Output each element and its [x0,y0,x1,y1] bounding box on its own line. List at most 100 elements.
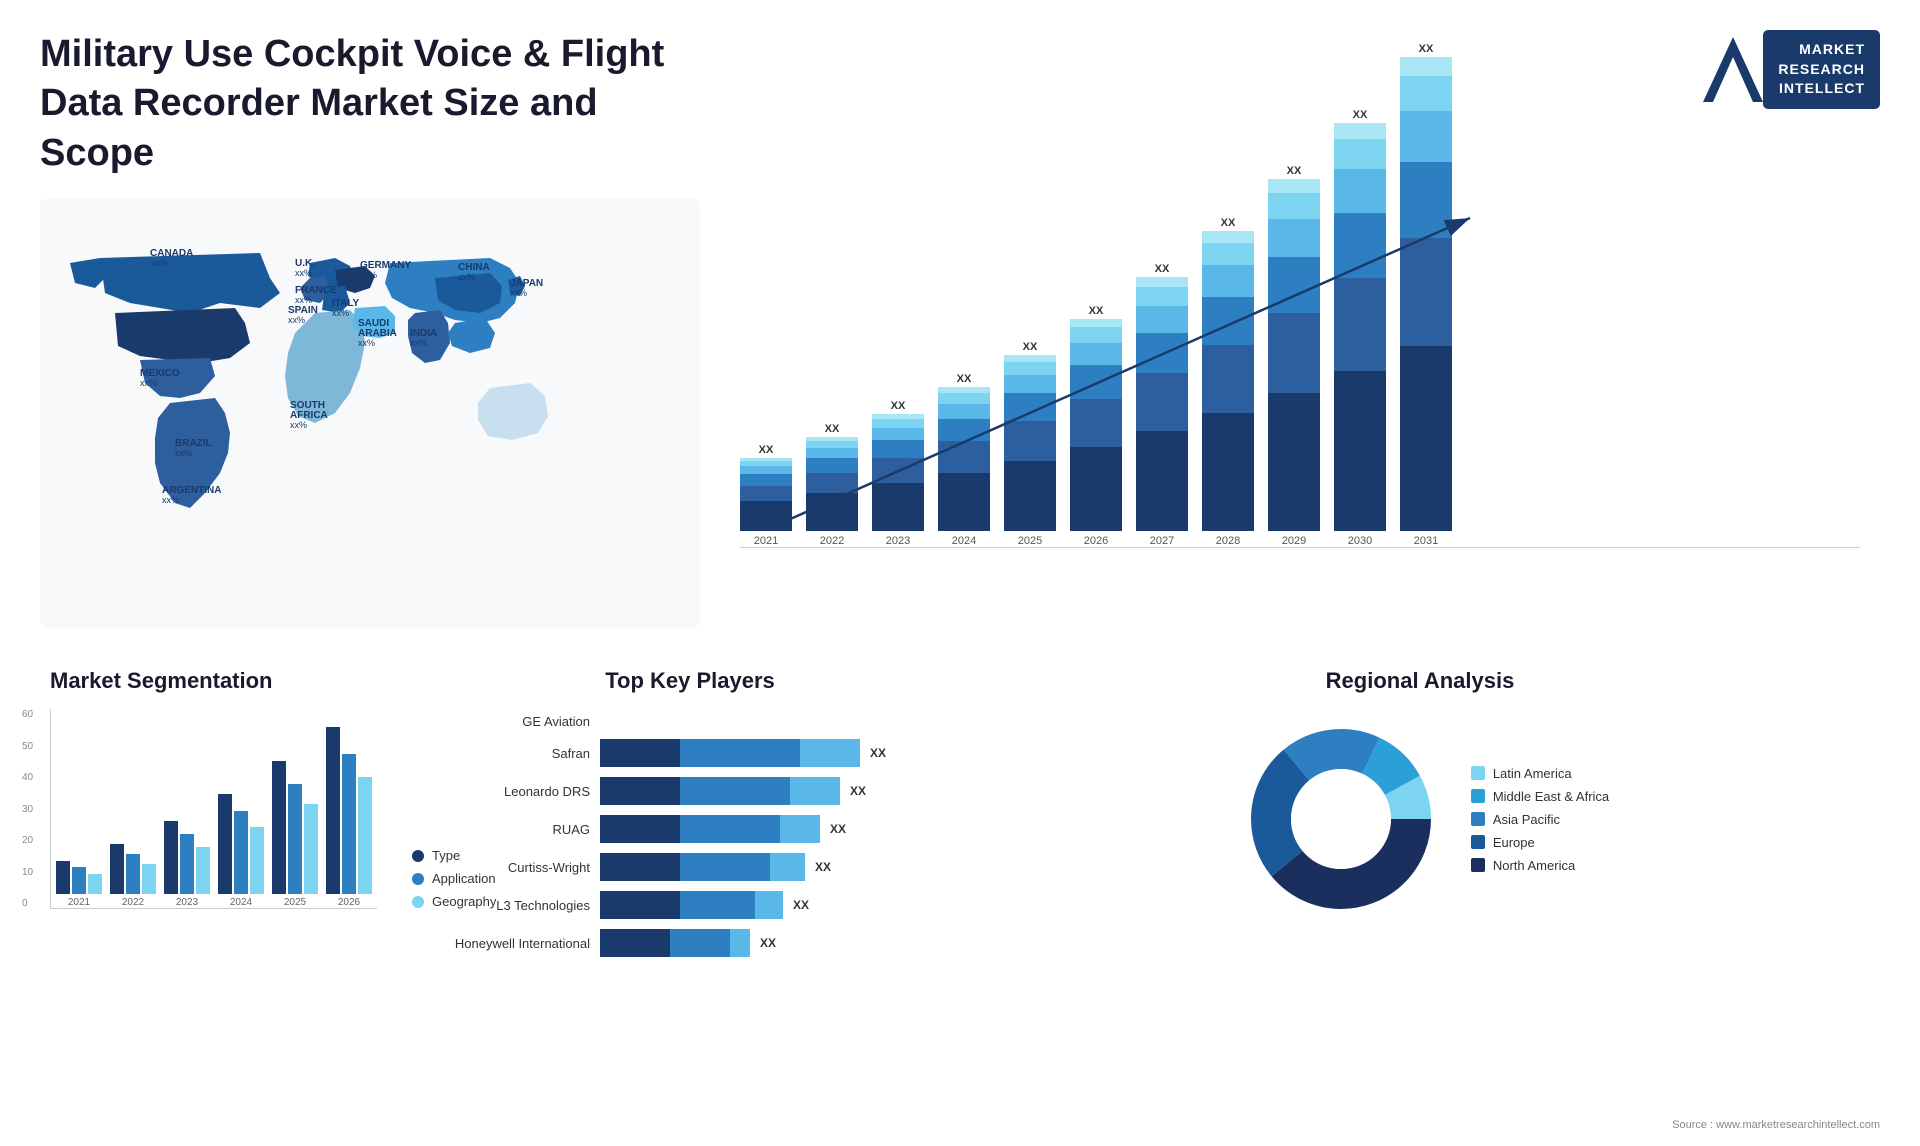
legend-geo-dot [412,896,424,908]
bar-2027: XX 2027 [1136,263,1188,547]
player-row-honeywell: Honeywell International XX [450,929,930,957]
top-section: CANADA xx% U.S. xx% MEXICO xx% BRAZIL xx… [40,198,1880,638]
argentina-value: xx% [162,495,179,505]
seg-bar-app-2024 [234,811,248,894]
bar-label-2027: XX [1155,263,1170,275]
us-value: xx% [135,332,152,342]
leonardo-seg3 [790,777,840,805]
seg-year-2022: 2022 [122,897,144,908]
bar-2025: XX 2025 [1004,341,1056,547]
seg-bar-type-2022 [110,844,124,894]
bar-2021: XX 2021 [740,444,792,547]
legend-app-dot [412,873,424,885]
bar-label-2022: XX [825,423,840,435]
seg-bar-type-2023 [164,821,178,894]
honeywell-seg2 [670,929,730,957]
player-row-curtiss: Curtiss-Wright XX [450,853,930,881]
france-value: xx% [295,295,312,305]
bar-label-2029: XX [1287,165,1302,177]
donut-chart-svg [1231,709,1451,929]
player-bar-curtiss: XX [600,853,930,881]
bar-label-2021: XX [759,444,774,456]
players-title: Top Key Players [450,668,930,694]
leonardo-value: XX [850,784,866,798]
seg-chart-container: 0 10 20 30 40 50 60 [50,709,410,909]
legend-me-dot [1471,789,1485,803]
player-bar-leonardo: XX [600,777,930,805]
seg-bar-app-2022 [126,854,140,894]
player-row-ge: GE Aviation [450,714,930,729]
year-label-2026: 2026 [1084,535,1108,547]
seg-bars-area: 2021 2022 [50,709,377,909]
top-players-section: Top Key Players GE Aviation Safran XX [440,658,940,977]
logo-line1: MARKET [1778,40,1865,60]
player-name-leonardo: Leonardo DRS [450,784,590,799]
player-bar-safran: XX [600,739,930,767]
bar-label-2023: XX [891,400,906,412]
australia-region [478,383,548,440]
year-label-2023: 2023 [886,535,910,547]
seg-year-2021: 2021 [68,897,90,908]
logo-text: MARKET RESEARCH INTELLECT [1763,30,1880,109]
ruag-seg1 [600,815,680,843]
bar-label-2024: XX [957,373,972,385]
l3-seg1 [600,891,680,919]
bar-2023: XX 2023 [872,400,924,547]
legend-eu-dot [1471,835,1485,849]
l3-seg2 [680,891,755,919]
honeywell-seg3 [730,929,750,957]
italy-value: xx% [332,308,349,318]
japan-value: xx% [510,288,527,298]
bar-2024: XX 2024 [938,373,990,547]
seg-bar-app-2026 [342,754,356,894]
legend-latin-america: Latin America [1471,766,1609,781]
seg-bar-app-2025 [288,784,302,894]
player-row-l3: L3 Technologies XX [450,891,930,919]
curtiss-seg1 [600,853,680,881]
safran-seg3 [800,739,860,767]
page-title: Military Use Cockpit Voice & Flight Data… [40,30,720,178]
bar-label-2030: XX [1353,109,1368,121]
player-row-safran: Safran XX [450,739,930,767]
donut-container: Latin America Middle East & Africa Asia … [970,709,1870,929]
year-label-2031: 2031 [1414,535,1438,547]
ruag-value: XX [830,822,846,836]
player-name-honeywell: Honeywell International [450,936,590,951]
safran-value: XX [870,746,886,760]
regional-analysis-section: Regional Analysis [960,658,1880,977]
segmentation-title: Market Segmentation [50,668,410,694]
regional-title: Regional Analysis [970,668,1870,694]
seg-year-2025: 2025 [284,897,306,908]
legend-me-label: Middle East & Africa [1493,789,1609,804]
bar-label-2028: XX [1221,217,1236,229]
logo-area: MARKET RESEARCH INTELLECT [1703,30,1880,109]
seg-group-2025: 2025 [272,761,318,908]
l3-value: XX [793,898,809,912]
legend-ap-label: Asia Pacific [1493,812,1560,827]
seg-year-2026: 2026 [338,897,360,908]
curtiss-seg2 [680,853,770,881]
india-value: xx% [410,338,427,348]
seg-year-2024: 2024 [230,897,252,908]
bar-2031: XX 2031 [1400,43,1452,547]
player-name-curtiss: Curtiss-Wright [450,860,590,875]
bar-2029: XX 2029 [1268,165,1320,547]
logo-inner: MARKET RESEARCH INTELLECT [1703,30,1880,109]
seg-bar-app-2021 [72,867,86,894]
legend-na-dot [1471,858,1485,872]
donut-legend: Latin America Middle East & Africa Asia … [1471,766,1609,873]
seg-group-2026: 2026 [326,727,372,908]
seg-bar-geo-2026 [358,777,372,894]
leonardo-seg1 [600,777,680,805]
world-map-svg: CANADA xx% U.S. xx% MEXICO xx% BRAZIL xx… [40,198,700,628]
player-row-leonardo: Leonardo DRS XX [450,777,930,805]
header: Military Use Cockpit Voice & Flight Data… [40,30,1880,178]
page-container: Military Use Cockpit Voice & Flight Data… [0,0,1920,1146]
logo-icon [1703,37,1763,102]
legend-middle-east: Middle East & Africa [1471,789,1609,804]
curtiss-value: XX [815,860,831,874]
player-name-l3: L3 Technologies [450,898,590,913]
bar-label-2026: XX [1089,305,1104,317]
world-map-section: CANADA xx% U.S. xx% MEXICO xx% BRAZIL xx… [40,198,700,628]
seg-group-2022: 2022 [110,844,156,908]
